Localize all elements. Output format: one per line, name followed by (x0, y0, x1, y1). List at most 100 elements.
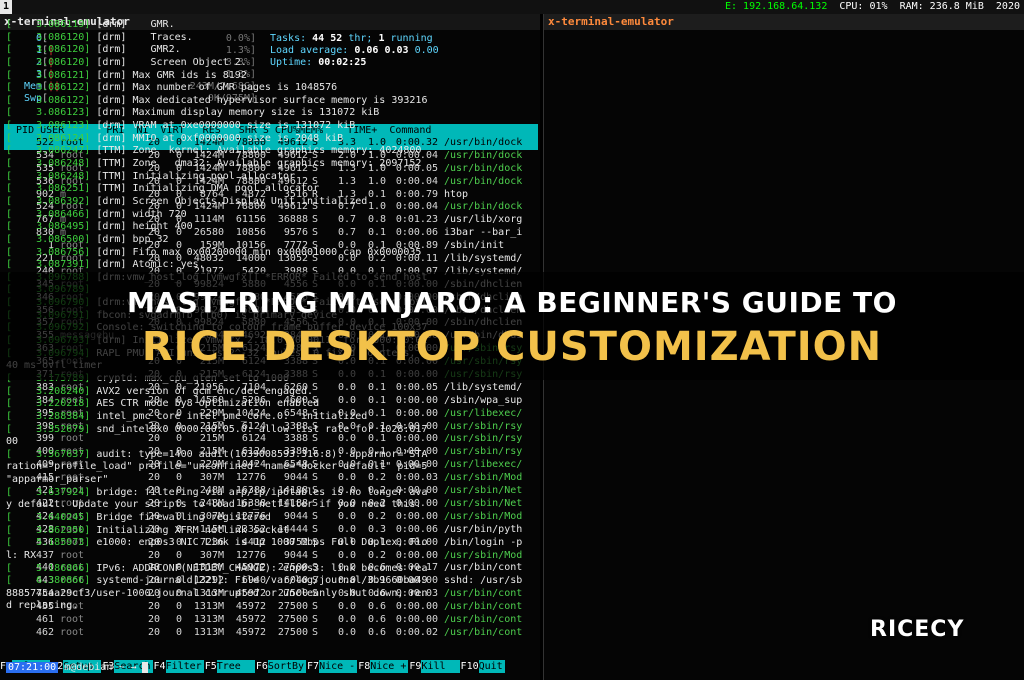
cell-s: S (311, 626, 319, 638)
log-timestamp: 5.185973] (12, 537, 91, 549)
function-tree-button[interactable]: Tree (216, 660, 255, 673)
cell-cpu: 0.0 (337, 626, 356, 638)
function-sortby-button[interactable]: SortBy (267, 660, 307, 673)
log-line: [ 3.086123] [drm] Maximum display memory… (6, 107, 480, 120)
log-timestamp: 3.086120] (12, 44, 91, 56)
function-key: F4 (153, 661, 166, 672)
log-timestamp: 3.086119] (12, 19, 91, 30)
log-line: [ 3.086120] [drm] GMR2. (6, 44, 480, 57)
log-timestamp: 3.288384] (12, 410, 91, 422)
cell-user: root (60, 626, 85, 638)
log-timestamp: 3.086124] (12, 132, 91, 144)
log-timestamp: 3.086500] (12, 233, 91, 245)
log-line: [ 3.862350] Initializing XFRM netlink so… (6, 525, 480, 538)
cell-shr: 27500 (277, 626, 308, 638)
workspace-1-button[interactable]: 1 (0, 0, 12, 14)
log-line: [ 3.288384] intel_pmc_core intel_pmc_cor… (6, 411, 480, 424)
function-quit-button[interactable]: Quit (478, 660, 505, 673)
cell-virt: 1313M (193, 613, 224, 625)
banner-title-line-1: MASTERING MANJARO: A BEGINNER'S GUIDE TO (127, 286, 897, 319)
cell-cmd: /usr/bin/cont (444, 613, 523, 625)
log-timestamp: 3.086495] (12, 221, 91, 233)
log-timestamp: 3.086122] (12, 82, 91, 94)
function-filter-button[interactable]: Filter (165, 660, 204, 673)
cell-time: 0:00.00 (395, 613, 438, 625)
log-line: [ 3.637924] bridge: filtering via arp/ip… (6, 487, 480, 500)
cell-virt: 1313M (193, 626, 224, 638)
log-timestamp: 3.086251] (12, 183, 91, 195)
log-message: [TTM] Initializing DMA pool allocator (90, 183, 320, 195)
log-line: [ 3.086392] [drm] Screen Objects Display… (6, 196, 480, 209)
cell-cmd: /usr/bin/cont (444, 626, 523, 638)
function-nice--button[interactable]: Nice + (370, 660, 409, 673)
log-timestamp: 3.086392] (12, 195, 91, 207)
log-message: 888577caa29cf3/user-1000.journal corrupt… (6, 587, 428, 599)
cell-s: S (311, 613, 319, 625)
log-timestamp: 3.086247] (12, 145, 91, 157)
log-message: d replacing. (6, 600, 79, 612)
log-message: snd_intel8x0 0000:00:05.0: allow list ra… (90, 423, 428, 435)
cell-pri: 20 (147, 626, 160, 638)
cell-ni: 0 (175, 613, 182, 625)
ip-indicator: E: 192.168.64.132 (724, 1, 828, 12)
log-line: [ 3.086119] [drm] GMR. (6, 19, 480, 32)
log-message: [drm] MMIO at 0xf0000000 size is 2048 ki… (90, 132, 344, 144)
table-row[interactable]: 462 root 20 0 1313M 45972 27500 S 0.0 0.6 0:00.02 /… (4, 627, 538, 640)
function-key: F9 (409, 661, 422, 672)
log-message: [drm] GMR. (90, 19, 175, 30)
log-timestamp: 3.087391] (12, 259, 91, 271)
banner-title-line-2: RICE DESKTOP CUSTOMIZATION (141, 324, 883, 370)
log-timestamp: 3.086756] (12, 246, 91, 258)
log-line: [ 3.220218] AES CTR mode by8 optimizatio… (6, 398, 480, 411)
log-message: [TTM] Zone kernel: Available graphics me… (90, 145, 422, 157)
cell-mem: 0.6 (367, 626, 386, 638)
cell-pid: 462 (35, 626, 54, 638)
table-row[interactable]: 461 root 20 0 1313M 45972 27500 S 0.0 0.6 0:00.00 /… (4, 614, 538, 627)
log-message: [drm] Max number of GMR pages is 1048576 (90, 82, 338, 94)
log-timestamp: 3.086123] (12, 107, 91, 119)
log-timestamp: 3.086466] (12, 208, 91, 220)
log-timestamp: 3.208240] (12, 385, 91, 397)
date-indicator: 2020 (995, 1, 1020, 12)
log-timestamp: 3.086122] (12, 94, 91, 106)
log-message: intel_pmc_core intel_pmc_core.0: initial… (90, 410, 368, 422)
log-line: [ 3.352679] snd_intel8x0 0000:00:05.0: a… (6, 424, 480, 437)
cell-res: 45972 (235, 613, 266, 625)
log-line: [ 3.086495] [drm] height 400 (6, 221, 480, 234)
log-timestamp: 3.640245] (12, 511, 91, 523)
log-line: [ 3.086124] [drm] MMIO at 0xf0000000 siz… (6, 133, 480, 146)
log-line: [ 3.567637] audit: type=1400 audit(16390… (6, 449, 480, 462)
cell-pid: 461 (35, 613, 54, 625)
shell-prompt[interactable]: 07:21:00 m@debian ~ → (6, 661, 149, 674)
log-timestamp: 3.086123] (12, 120, 91, 132)
function-kill-button[interactable]: Kill (421, 660, 460, 673)
log-message: Initializing XFRM netlink socket (90, 524, 289, 536)
cell-res: 45972 (235, 626, 266, 638)
function-nice--button[interactable]: Nice - (319, 660, 358, 673)
log-timestamp: 5.186866] (12, 562, 91, 574)
log-message: bridge: filtering via arp/ip/ip6tables i… (90, 486, 428, 498)
log-message: audit: type=1400 audit(1639008593.316:8)… (90, 448, 428, 460)
log-line: [ 3.208240] AVX2 version of gcm_enc/dec … (6, 386, 480, 399)
log-timestamp: 3.567637] (12, 448, 91, 460)
system-stats: E: 192.168.64.132 CPU: 01% RAM: 236.8 Mi… (719, 0, 1020, 14)
log-line: [ 3.087391] [drm] Atomic: yes. (6, 259, 480, 272)
prompt-time: 07:21:00 (6, 662, 59, 673)
cursor (142, 661, 149, 673)
function-key: F8 (358, 661, 371, 672)
log-message: AVX2 version of gcm_enc/dec engaged. (90, 385, 314, 397)
log-line: [ 3.086248] [TTM] Zone dma32: Available … (6, 158, 480, 171)
log-message: [drm] VRAM at 0xe0000000 size is 131072 … (90, 120, 356, 132)
log-line: 00 (6, 436, 480, 449)
log-line: [ 3.086120] [drm] Traces. (6, 32, 480, 45)
log-message: [drm] Maximum display memory size is 131… (90, 107, 380, 119)
log-timestamp: 3.352679] (12, 423, 91, 435)
log-message: [drm] Fifo max 0x00200000 min 0x00001000… (90, 246, 422, 258)
brand-logo: RICECY (870, 617, 965, 642)
log-line: ration="profile_load" profile="unconfine… (6, 461, 480, 474)
top-status-bar: 1 E: 192.168.64.132 CPU: 01% RAM: 236.8 … (0, 0, 1024, 14)
window-title: x-terminal-emulator (544, 14, 1024, 30)
log-line: d replacing. (6, 600, 480, 613)
log-timestamp: 3.086121] (12, 69, 91, 81)
log-message: [TTM] Zone dma32: Available graphics mem… (90, 158, 422, 170)
